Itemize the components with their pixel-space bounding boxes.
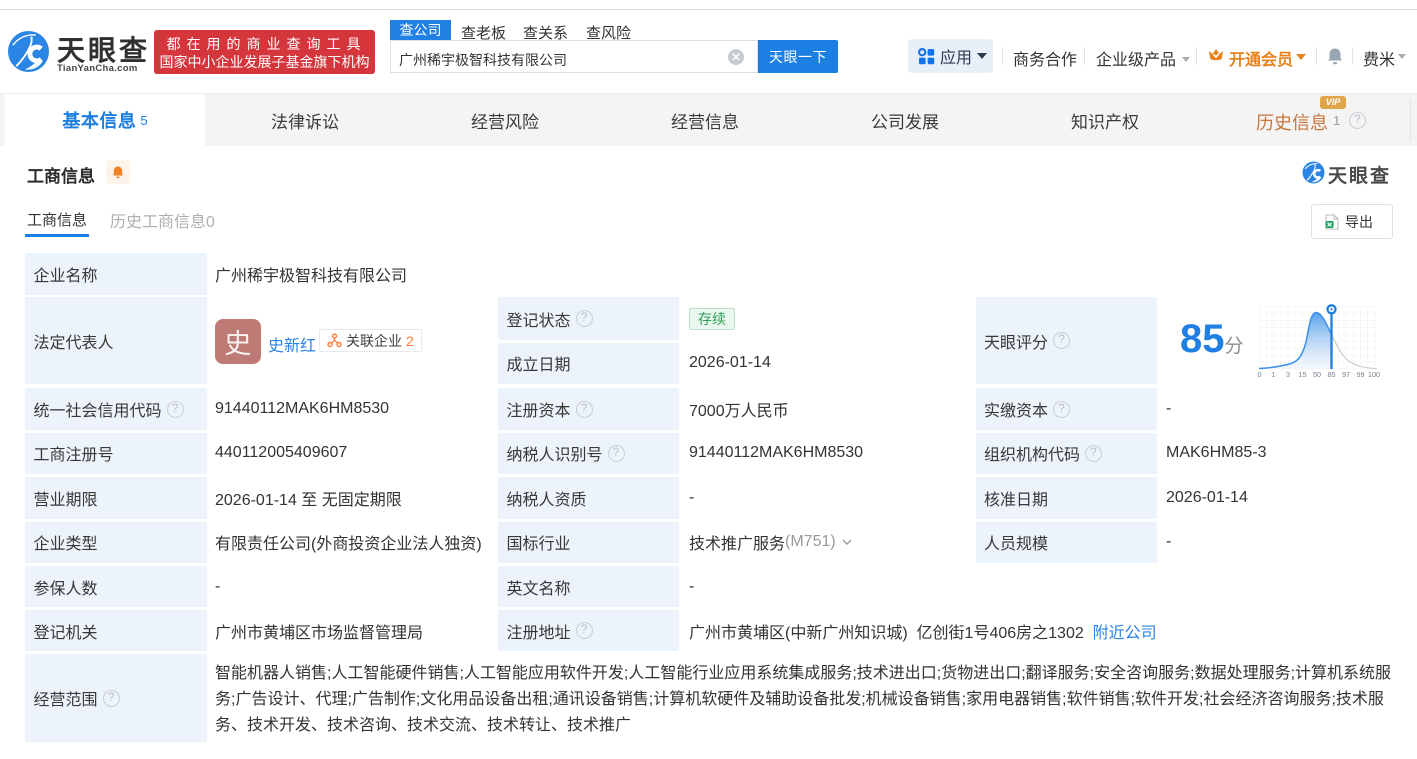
svg-text:100: 100: [1368, 370, 1380, 379]
svg-text:97: 97: [1342, 370, 1350, 379]
svg-text:50: 50: [1313, 370, 1321, 379]
svg-text:0: 0: [1257, 370, 1261, 379]
svg-text:1: 1: [1271, 370, 1275, 379]
svg-text:85: 85: [1327, 370, 1335, 379]
svg-text:99: 99: [1356, 370, 1364, 379]
svg-text:3: 3: [1286, 370, 1290, 379]
svg-text:15: 15: [1298, 370, 1306, 379]
